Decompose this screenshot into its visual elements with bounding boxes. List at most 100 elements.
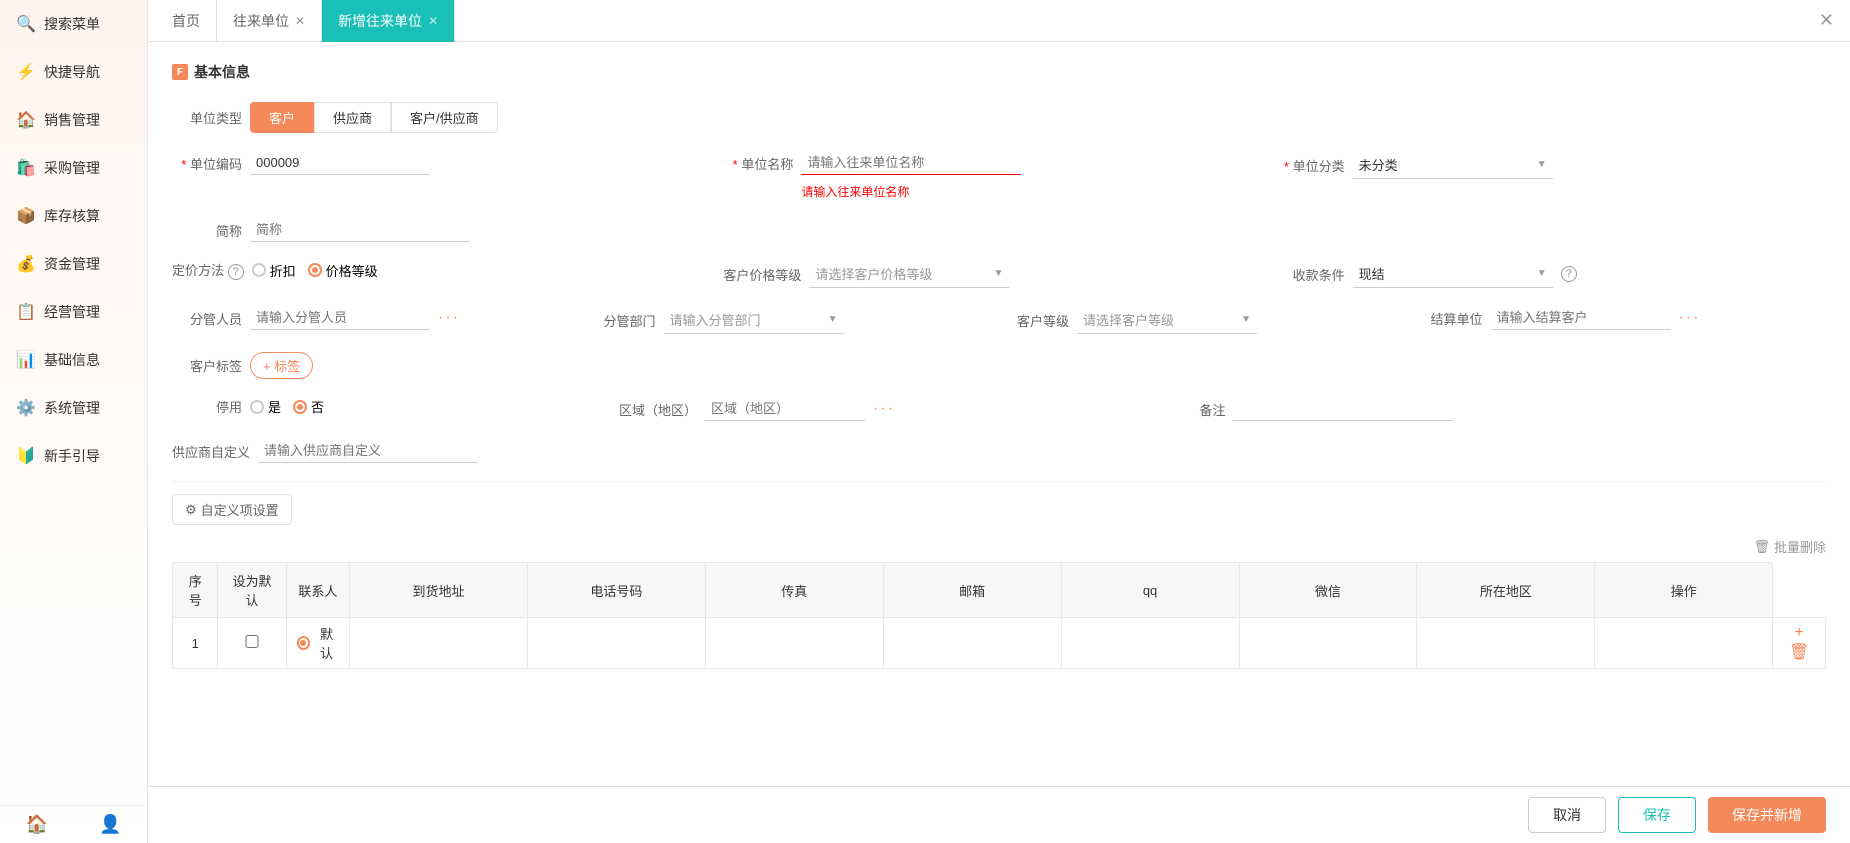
- row-phone[interactable]: [705, 618, 883, 669]
- row-default-cell[interactable]: 默认: [286, 618, 349, 669]
- tab-close-trading-unit[interactable]: ✕: [295, 14, 305, 28]
- tab-label-new-trading-unit: 新增往来单位: [338, 11, 422, 31]
- delete-row-button[interactable]: 🗑: [1789, 642, 1809, 662]
- row-email[interactable]: [1061, 618, 1239, 669]
- manager-input[interactable]: [250, 306, 430, 330]
- sidebar-item-inventory[interactable]: 📦库存核算: [0, 192, 147, 240]
- supplier-custom-input[interactable]: [258, 439, 478, 463]
- sidebar-label-system: 系统管理: [44, 398, 100, 418]
- unit-name-error: 请输入往来单位名称: [801, 185, 909, 199]
- row-region[interactable]: [1595, 618, 1773, 669]
- disabled-radio-yes[interactable]: 是: [250, 397, 281, 416]
- sidebar-item-purchase[interactable]: 🛍️采购管理: [0, 144, 147, 192]
- unit-type-btn-customer[interactable]: 客户: [250, 102, 314, 133]
- address-input[interactable]: [538, 636, 695, 651]
- department-select[interactable]: 请输入分管部门 ▼: [664, 306, 844, 334]
- qq-input[interactable]: [1250, 636, 1407, 651]
- pricing-help-icon[interactable]: ?: [228, 264, 244, 280]
- settlement-unit-input[interactable]: [1491, 306, 1671, 330]
- row-qq[interactable]: [1239, 618, 1417, 669]
- table-header-操作: 操作: [1595, 563, 1773, 618]
- no-disabled-radio-circle: [293, 400, 307, 414]
- row-contact[interactable]: [350, 618, 528, 669]
- sidebar-item-basic-info[interactable]: 📊 基础信息: [0, 336, 147, 384]
- row-fax[interactable]: [883, 618, 1061, 669]
- sidebar-item-sales[interactable]: 🏠销售管理: [0, 96, 147, 144]
- region-field: 区域（地区） ···: [619, 397, 1155, 421]
- row-wechat[interactable]: [1417, 618, 1595, 669]
- short-name-row: 简称: [172, 218, 1826, 242]
- short-name-input[interactable]: [250, 218, 470, 242]
- remark-label: 备注: [1155, 400, 1225, 419]
- sidebar-item-quick-nav[interactable]: ⚡快捷导航: [0, 48, 147, 96]
- payment-terms-select[interactable]: 现结 ▼: [1353, 260, 1553, 288]
- disabled-radio-no[interactable]: 否: [293, 397, 324, 416]
- email-input[interactable]: [1072, 636, 1229, 651]
- unit-type-btn-both[interactable]: 客户/供应商: [391, 102, 498, 133]
- row-checkbox-cell[interactable]: [218, 618, 286, 669]
- table-header-电话号码: 电话号码: [527, 563, 705, 618]
- tab-new-trading-unit[interactable]: 新增往来单位 ✕: [322, 0, 455, 42]
- sidebar-item-search[interactable]: 🔍搜索菜单: [0, 0, 147, 48]
- short-name-label: 简称: [172, 221, 242, 240]
- unit-name-input[interactable]: [801, 151, 1021, 175]
- sidebar-label-search: 搜索菜单: [44, 14, 100, 34]
- custom-settings-button[interactable]: ⚙ 自定义项设置: [172, 494, 292, 525]
- tab-label-trading-unit: 往来单位: [233, 11, 289, 31]
- row-default-radio[interactable]: 默认: [297, 624, 339, 662]
- region-label: 区域（地区）: [619, 400, 697, 419]
- sidebar-label-finance: 资金管理: [44, 254, 100, 274]
- remark-field: 备注: [1155, 397, 1826, 421]
- table-header-到货地址: 到货地址: [350, 563, 528, 618]
- sidebar-label-basic-info: 基础信息: [44, 350, 100, 370]
- sidebar-home-icon[interactable]: 🏠: [26, 814, 48, 835]
- contact-input[interactable]: [360, 636, 517, 651]
- customer-tag-label: 客户标签: [172, 356, 242, 375]
- wechat-input[interactable]: [1427, 636, 1584, 651]
- quick-nav-icon: ⚡: [16, 62, 36, 82]
- unit-type-label: 单位类型: [172, 108, 242, 127]
- table-header-设为默认: 设为默认: [218, 563, 286, 618]
- phone-input[interactable]: [716, 636, 873, 651]
- unit-name-field: * 单位名称 请输入往来单位名称: [723, 151, 1274, 200]
- add-row-button[interactable]: +: [1794, 624, 1803, 642]
- customer-price-level-select[interactable]: 请选择客户价格等级 ▼: [809, 260, 1009, 288]
- customer-level-select[interactable]: 请选择客户等级 ▼: [1077, 306, 1257, 334]
- sidebar-item-operations[interactable]: 📋经营管理: [0, 288, 147, 336]
- tab-close-new-trading-unit[interactable]: ✕: [428, 14, 438, 28]
- remark-input[interactable]: [1233, 397, 1453, 421]
- row-actions: + 🗑: [1773, 618, 1826, 669]
- code-name-category-row: * 单位编码 * 单位名称 请输入往来单位名称 * 单位分类: [172, 151, 1826, 200]
- settlement-more-button[interactable]: ···: [1679, 309, 1701, 327]
- unit-code-input[interactable]: [250, 151, 430, 175]
- close-all-tabs-button[interactable]: ✕: [1811, 10, 1842, 31]
- sidebar-user-icon[interactable]: 👤: [99, 814, 121, 835]
- tab-trading-unit[interactable]: 往来单位 ✕: [217, 0, 322, 42]
- sidebar-bottom: 🏠 👤: [0, 805, 147, 843]
- save-button[interactable]: 保存: [1618, 797, 1696, 833]
- operations-icon: 📋: [16, 302, 36, 322]
- fax-input[interactable]: [894, 636, 1051, 651]
- sidebar-item-system[interactable]: ⚙️系统管理: [0, 384, 147, 432]
- sidebar-item-finance[interactable]: 💰资金管理: [0, 240, 147, 288]
- add-tag-button[interactable]: + 标签: [250, 352, 313, 379]
- payment-terms-help-icon[interactable]: ?: [1561, 266, 1577, 282]
- unit-category-select[interactable]: 未分类 ▼: [1353, 151, 1553, 179]
- manager-more-button[interactable]: ···: [438, 309, 460, 327]
- pricing-radio-price-level[interactable]: 价格等级: [308, 261, 378, 280]
- row-address[interactable]: [527, 618, 705, 669]
- unit-type-btn-supplier[interactable]: 供应商: [314, 102, 391, 133]
- pricing-radio-discount[interactable]: 折扣: [252, 261, 296, 280]
- region-more-button[interactable]: ···: [873, 400, 895, 418]
- batch-delete-label[interactable]: 批量删除: [1774, 537, 1826, 556]
- cancel-button[interactable]: 取消: [1528, 797, 1606, 833]
- tab-home[interactable]: 首页: [156, 0, 217, 42]
- row-checkbox[interactable]: [228, 635, 275, 648]
- region-input[interactable]: [1605, 636, 1762, 651]
- basic-info-icon: 📊: [16, 350, 36, 370]
- section-title: 基本信息: [194, 62, 250, 82]
- unit-category-chevron: ▼: [1537, 159, 1547, 170]
- save-add-button[interactable]: 保存并新增: [1708, 797, 1826, 833]
- region-input[interactable]: [705, 397, 865, 421]
- sidebar-item-guide[interactable]: 🔰新手引导: [0, 432, 147, 480]
